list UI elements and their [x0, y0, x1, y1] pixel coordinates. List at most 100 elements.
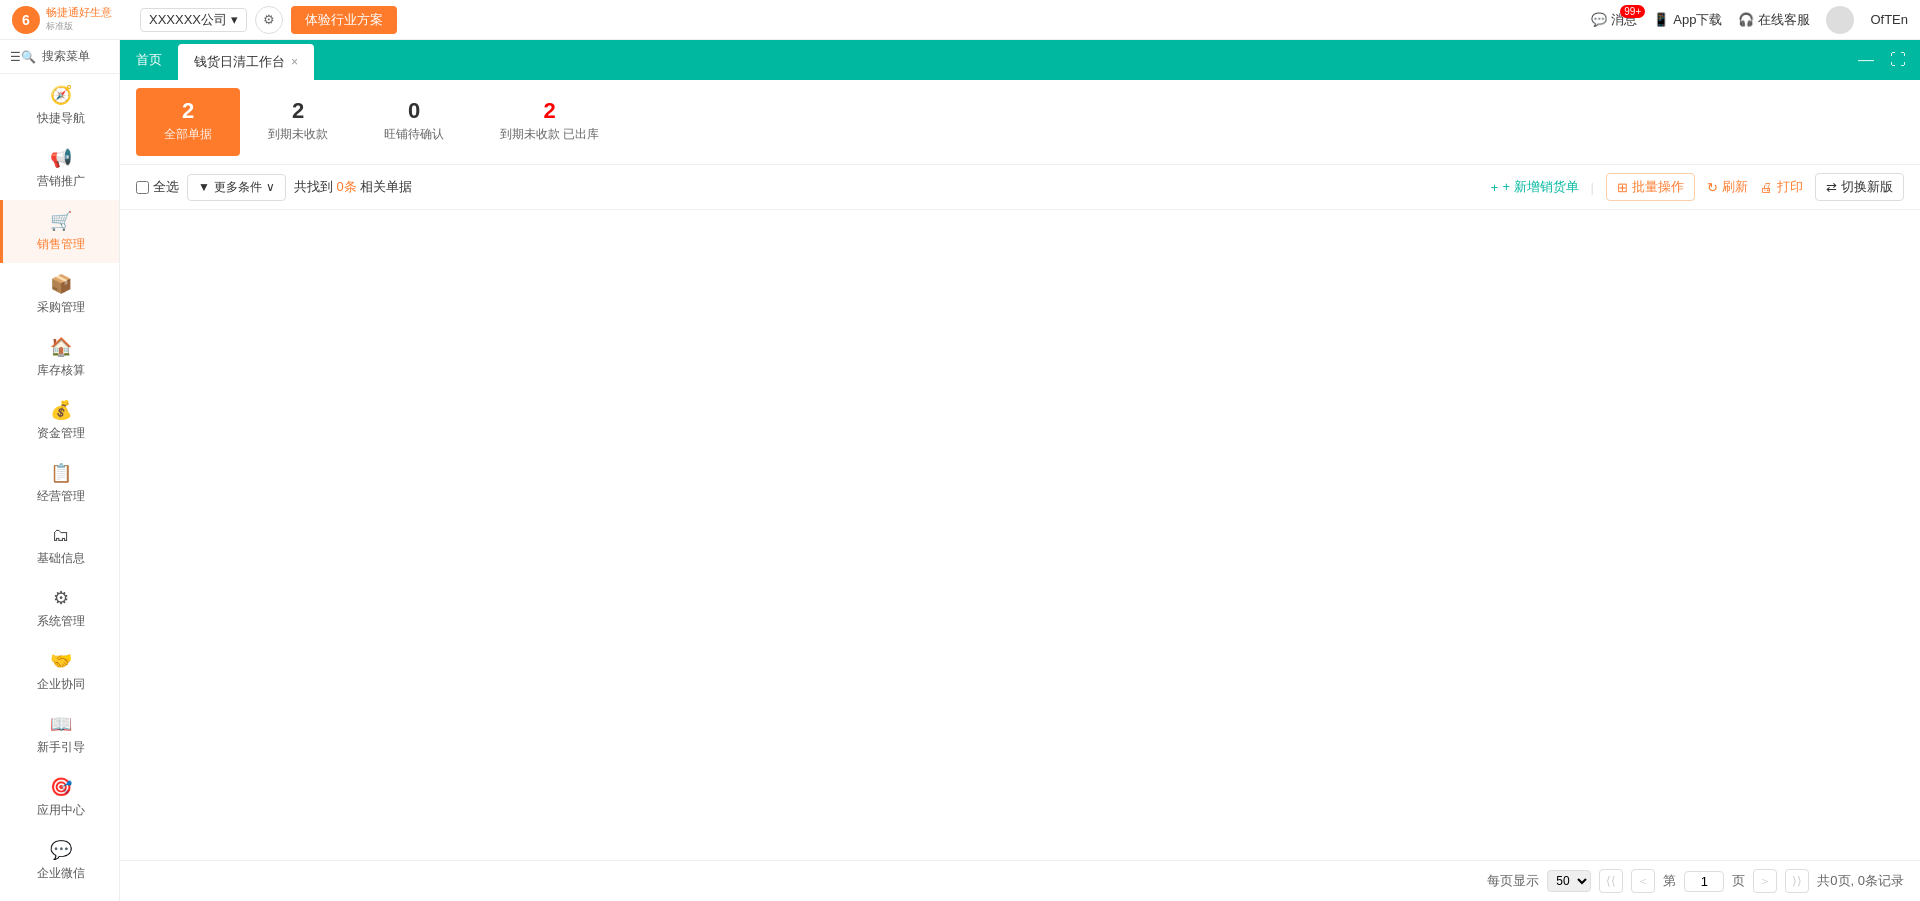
sidebar-item-营销推广[interactable]: 📢 营销推广 — [0, 137, 119, 200]
tab-close-icon[interactable]: × — [291, 55, 298, 69]
sidebar-item-label: 营销推广 — [37, 173, 85, 190]
sidebar-icon: 🤝 — [50, 650, 72, 672]
stat-tab-2[interactable]: 0 旺铺待确认 — [356, 80, 472, 164]
switch-version-button[interactable]: ⇄ 切换新版 — [1815, 173, 1904, 201]
sidebar-item-资金管理[interactable]: 💰 资金管理 — [0, 389, 119, 452]
switch-icon: ⇄ — [1826, 180, 1837, 195]
sidebar-item-基础信息[interactable]: 🗂 基础信息 — [0, 515, 119, 577]
page-suffix: 页 — [1732, 872, 1745, 890]
prev-page-button[interactable]: ＜ — [1631, 869, 1655, 893]
company-selector[interactable]: XXXXXX公司 ▾ — [140, 8, 247, 32]
sidebar-item-label: 企业协同 — [37, 676, 85, 693]
add-icon: + — [1491, 180, 1499, 195]
maximize-button[interactable]: ⛶ — [1884, 46, 1912, 74]
batch-icon: ⊞ — [1617, 180, 1628, 195]
sidebar-icon: 📋 — [50, 462, 72, 484]
stat-tab-1[interactable]: 2 到期未收款 — [240, 80, 356, 164]
search-menu-label: 搜索菜单 — [42, 48, 90, 65]
refresh-button[interactable]: ↻ 刷新 — [1707, 178, 1748, 196]
sidebar-item-销售管理[interactable]: 🛒 销售管理 — [0, 200, 119, 263]
toolbar-left: 全选 ▼ 更多条件 ∨ 共找到 0条 相关单据 — [136, 174, 1483, 201]
sidebar-item-库存核算[interactable]: 🏠 库存核算 — [0, 326, 119, 389]
active-tab-label: 钱货日清工作台 — [194, 53, 285, 71]
stat-tab-3[interactable]: 2 到期未收款 已出库 — [472, 80, 627, 164]
total-info: 共0页, 0条记录 — [1817, 872, 1904, 890]
app-label: App下载 — [1673, 11, 1722, 29]
stat-tab-0[interactable]: 2 全部单据 — [136, 88, 240, 156]
count-suffix: 相关单据 — [360, 179, 412, 194]
print-button[interactable]: 🖨 打印 — [1760, 178, 1803, 196]
table-area — [120, 210, 1920, 860]
sidebar-item-企业微信[interactable]: 💬 企业微信 — [0, 829, 119, 892]
tab-active[interactable]: 钱货日清工作台 × — [178, 44, 314, 80]
sidebar-item-label: 快捷导航 — [37, 110, 85, 127]
logo-text: 畅捷通好生意 — [46, 6, 112, 19]
sidebar-icon: 🧭 — [50, 84, 72, 106]
settings-button[interactable]: ⚙ — [255, 6, 283, 34]
main-layout: ☰🔍 搜索菜单 🧭 快捷导航 📢 营销推广 🛒 销售管理 📦 采购管理 🏠 库存… — [0, 40, 1920, 901]
sidebar-items: 🧭 快捷导航 📢 营销推广 🛒 销售管理 📦 采购管理 🏠 库存核算 💰 资金管… — [0, 74, 119, 901]
message-button[interactable]: 💬 消息 99+ — [1591, 11, 1637, 29]
sidebar-item-label: 库存核算 — [37, 362, 85, 379]
per-page-select[interactable]: 50 — [1547, 870, 1591, 892]
page-input[interactable] — [1684, 871, 1724, 892]
sidebar-item-应用中心[interactable]: 🎯 应用中心 — [0, 766, 119, 829]
sidebar: ☰🔍 搜索菜单 🧭 快捷导航 📢 营销推广 🛒 销售管理 📦 采购管理 🏠 库存… — [0, 40, 120, 901]
logo-text-area: 畅捷通好生意 标准版 — [46, 6, 112, 32]
sidebar-icon: 📢 — [50, 147, 72, 169]
tab-bar: 首页 钱货日清工作台 × — ⛶ — [120, 40, 1920, 80]
batch-operation-button[interactable]: ⊞ 批量操作 — [1606, 173, 1695, 201]
first-page-button[interactable]: ⟨⟨ — [1599, 869, 1623, 893]
sidebar-icon: 🏠 — [50, 336, 72, 358]
trial-button[interactable]: 体验行业方案 — [291, 6, 397, 34]
logo-badge: 标准版 — [46, 20, 112, 33]
next-page-button[interactable]: ＞ — [1753, 869, 1777, 893]
stats-tabs: 2 全部单据 2 到期未收款 0 旺铺待确认 2 到期未收款 已出库 — [120, 80, 1920, 165]
topbar-left: 6 畅捷通好生意 标准版 XXXXXX公司 ▾ ⚙ 体验行业方案 — [12, 6, 397, 34]
topbar-right: 💬 消息 99+ 📱 App下载 🎧 在线客服 OfTEn — [1591, 6, 1908, 34]
add-sales-button[interactable]: + + 新增销货单 — [1491, 178, 1579, 196]
minimize-button[interactable]: — — [1852, 46, 1880, 74]
sidebar-item-label: 新手引导 — [37, 739, 85, 756]
sidebar-icon: 🛒 — [50, 210, 72, 232]
sidebar-item-label: 销售管理 — [37, 236, 85, 253]
filter-button[interactable]: ▼ 更多条件 ∨ — [187, 174, 286, 201]
pagination: 每页显示 50 ⟨⟨ ＜ 第 页 ＞ ⟩⟩ 共0页, 0条记录 — [120, 860, 1920, 901]
app-download-button[interactable]: 📱 App下载 — [1653, 11, 1722, 29]
count-text: 共找到 0条 相关单据 — [294, 178, 412, 196]
select-all-input[interactable] — [136, 181, 149, 194]
app-icon: 📱 — [1653, 12, 1669, 27]
sidebar-item-采购管理[interactable]: 📦 采购管理 — [0, 263, 119, 326]
content-area: 首页 钱货日清工作台 × — ⛶ 2 全部单据 2 到期未收款 0 旺铺待确认 — [120, 40, 1920, 901]
stat-num: 2 — [292, 98, 304, 124]
sidebar-item-企业协同[interactable]: 🤝 企业协同 — [0, 640, 119, 703]
company-name: XXXXXX公司 — [149, 11, 227, 29]
sidebar-icon: 🎯 — [50, 776, 72, 798]
online-service-button[interactable]: 🎧 在线客服 — [1738, 11, 1810, 29]
sidebar-item-label: 采购管理 — [37, 299, 85, 316]
online-label: 在线客服 — [1758, 11, 1810, 29]
print-label: 打印 — [1777, 178, 1803, 196]
tab-home[interactable]: 首页 — [120, 40, 178, 80]
sidebar-icon: 📖 — [50, 713, 72, 735]
sidebar-item-新手引导[interactable]: 📖 新手引导 — [0, 703, 119, 766]
sidebar-icon: 💰 — [50, 399, 72, 421]
chevron-down-icon: ▾ — [231, 12, 238, 27]
sidebar-item-label: 系统管理 — [37, 613, 85, 630]
username[interactable]: OfTEn — [1870, 12, 1908, 27]
page-content: 2 全部单据 2 到期未收款 0 旺铺待确认 2 到期未收款 已出库 全选 ▼ — [120, 80, 1920, 901]
topbar: 6 畅捷通好生意 标准版 XXXXXX公司 ▾ ⚙ 体验行业方案 💬 消息 99… — [0, 0, 1920, 40]
gear-icon: ⚙ — [263, 12, 275, 27]
last-page-button[interactable]: ⟩⟩ — [1785, 869, 1809, 893]
sidebar-item-畅会员[interactable]: 👑 畅会员 — [0, 892, 119, 901]
sidebar-item-快捷导航[interactable]: 🧭 快捷导航 — [0, 74, 119, 137]
select-all-checkbox[interactable]: 全选 — [136, 178, 179, 196]
sidebar-item-经营管理[interactable]: 📋 经营管理 — [0, 452, 119, 515]
avatar[interactable] — [1826, 6, 1854, 34]
logo-icon: 6 — [12, 6, 40, 34]
search-menu[interactable]: ☰🔍 搜索菜单 — [0, 40, 119, 74]
count-prefix: 共找到 — [294, 179, 333, 194]
toolbar: 全选 ▼ 更多条件 ∨ 共找到 0条 相关单据 — [120, 165, 1920, 210]
sidebar-item-系统管理[interactable]: ⚙ 系统管理 — [0, 577, 119, 640]
sidebar-icon: 🗂 — [52, 525, 70, 546]
